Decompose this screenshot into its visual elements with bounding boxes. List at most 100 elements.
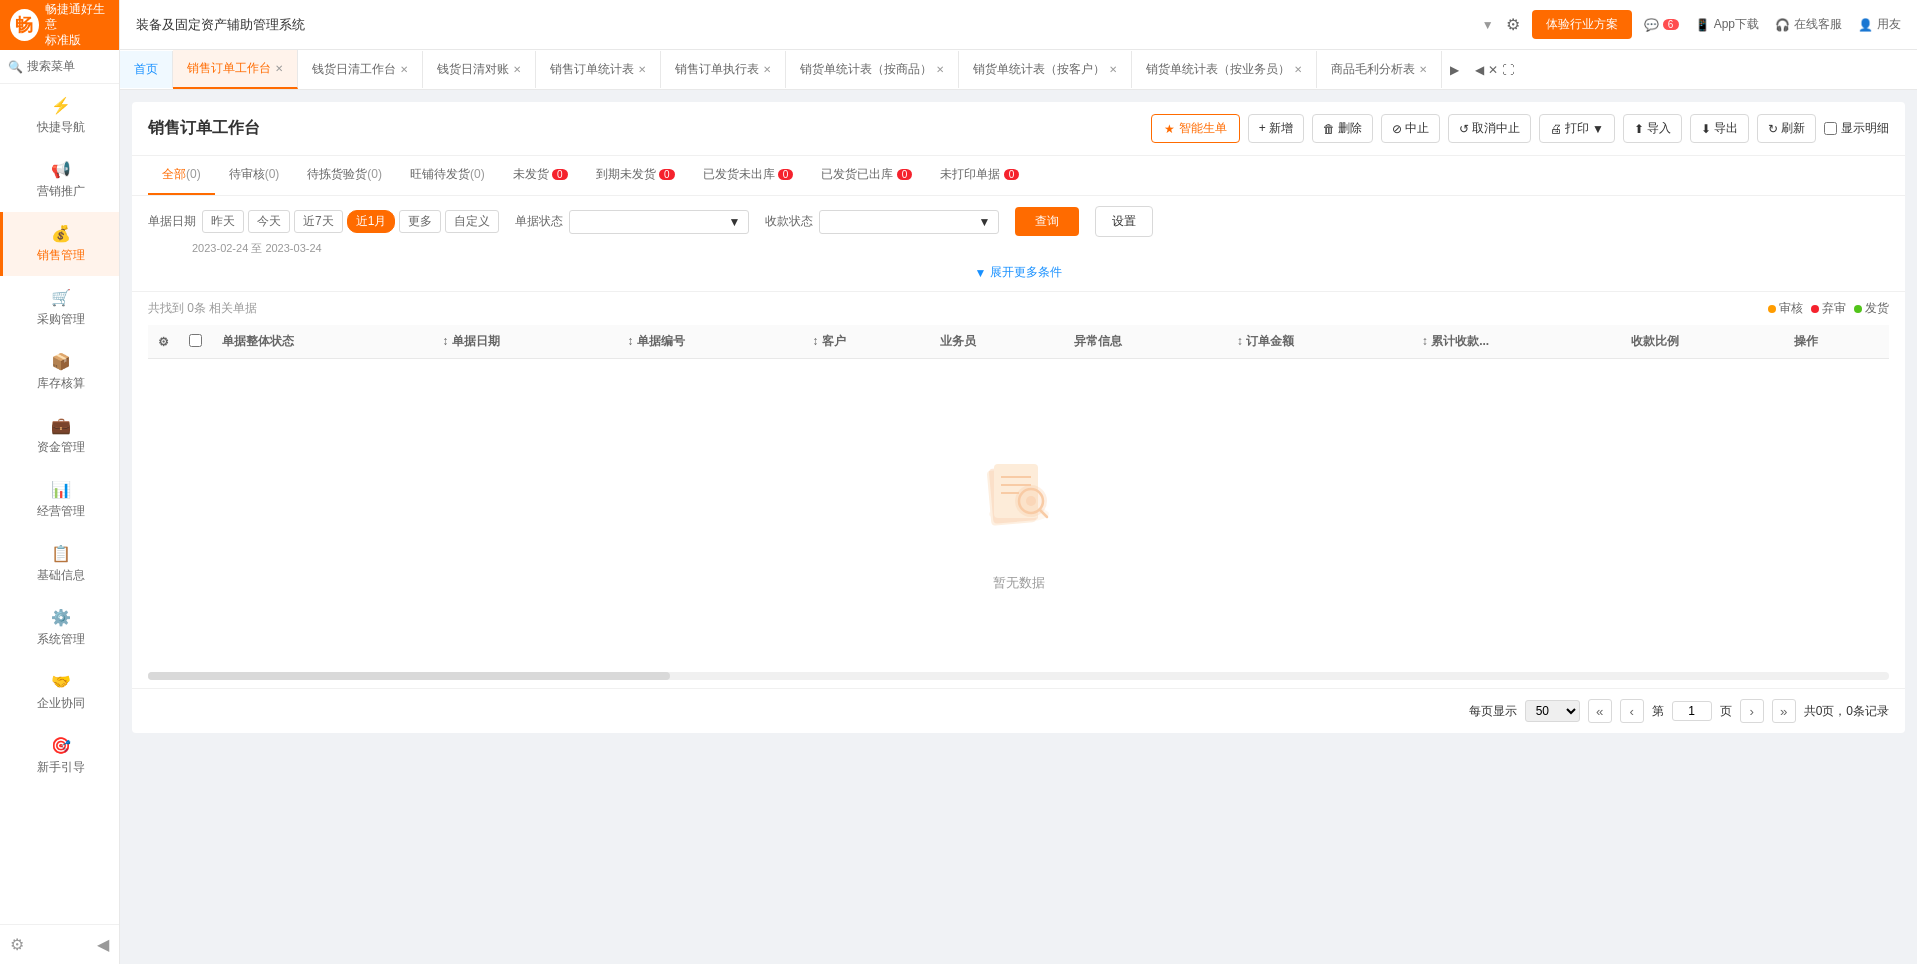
detail-checkbox-input[interactable] xyxy=(1824,122,1837,135)
sidebar-item-basic-info[interactable]: 📋 基础信息 xyxy=(0,532,119,596)
sidebar-item-sales[interactable]: 💰 销售管理 xyxy=(0,212,119,276)
tab-cash-reconcile[interactable]: 钱货日清对账 ✕ xyxy=(423,51,536,88)
date-btn-today[interactable]: 今天 xyxy=(248,210,290,233)
status-select[interactable]: ▼ xyxy=(569,210,749,234)
per-page-select[interactable]: 50 20 100 xyxy=(1525,700,1580,722)
tab-sales-exec[interactable]: 销售订单执行表 ✕ xyxy=(661,51,786,88)
sidebar-item-purchase[interactable]: 🛒 采购管理 xyxy=(0,276,119,340)
expand-down-icon: ▼ xyxy=(975,266,987,280)
date-btn-7days[interactable]: 近7天 xyxy=(294,210,343,233)
review-action-button[interactable]: 审核 xyxy=(1768,300,1803,317)
tab-close-all-icon[interactable]: ✕ xyxy=(1488,63,1498,77)
tab-close-goods-product[interactable]: ✕ xyxy=(936,64,944,75)
sidebar-item-system[interactable]: ⚙️ 系统管理 xyxy=(0,596,119,660)
tab-goods-stats-staff[interactable]: 销货单统计表（按业务员） ✕ xyxy=(1132,51,1317,88)
tab-close-sales-stats[interactable]: ✕ xyxy=(638,64,646,75)
tab-close-goods-staff[interactable]: ✕ xyxy=(1294,64,1302,75)
tab-scroll-right[interactable]: ▶ xyxy=(1442,63,1467,77)
tab-prev-icon[interactable]: ◀ xyxy=(1475,63,1484,77)
expand-filter-button[interactable]: ▼ 展开更多条件 xyxy=(975,264,1063,281)
sub-tab-not-shipped[interactable]: 未发货 0 xyxy=(499,156,582,195)
page-number-input[interactable] xyxy=(1672,701,1712,721)
col-checkbox[interactable] xyxy=(179,325,212,359)
export-button[interactable]: ⬇ 导出 xyxy=(1690,114,1749,143)
col-customer[interactable]: ↕ 客户 xyxy=(802,325,930,359)
app-download-button[interactable]: 📱 App下载 xyxy=(1695,16,1759,33)
next-page-button[interactable]: › xyxy=(1740,699,1764,723)
tab-goods-stats-product[interactable]: 销货单统计表（按商品） ✕ xyxy=(786,51,959,88)
payment-select[interactable]: ▼ xyxy=(819,210,999,234)
date-btn-yesterday[interactable]: 昨天 xyxy=(202,210,244,233)
scrollbar-thumb[interactable] xyxy=(148,672,670,680)
select-all-checkbox[interactable] xyxy=(189,334,202,347)
col-date[interactable]: ↕ 单据日期 xyxy=(432,325,617,359)
summary-text: 共找到 0条 相关单据 xyxy=(148,300,257,317)
tab-home[interactable]: 首页 xyxy=(120,51,173,88)
tab-sales-stats[interactable]: 销售订单统计表 ✕ xyxy=(536,51,661,88)
refresh-button[interactable]: ↻ 刷新 xyxy=(1757,114,1816,143)
user-menu-button[interactable]: 👤 用友 xyxy=(1858,16,1901,33)
print-button[interactable]: 🖨 打印 ▼ xyxy=(1539,114,1615,143)
delete-button[interactable]: 🗑 删除 xyxy=(1312,114,1373,143)
col-collected[interactable]: ↕ 累计收款... xyxy=(1412,325,1621,359)
sidebar-item-quick-nav[interactable]: ⚡ 快捷导航 xyxy=(0,84,119,148)
stop-button[interactable]: ⊘ 中止 xyxy=(1381,114,1440,143)
smart-order-button[interactable]: ★ 智能生单 xyxy=(1151,114,1240,143)
filter-payment: 收款状态 ▼ xyxy=(765,210,999,234)
settings-header-icon[interactable]: ⚙ xyxy=(1506,15,1520,34)
sidebar-item-marketing[interactable]: 📢 营销推广 xyxy=(0,148,119,212)
sub-tab-shipped-not-warehouse[interactable]: 已发货未出库 0 xyxy=(689,156,808,195)
sidebar-item-inventory[interactable]: 📦 库存核算 xyxy=(0,340,119,404)
sub-tab-all[interactable]: 全部(0) xyxy=(148,156,215,195)
solution-button[interactable]: 体验行业方案 xyxy=(1532,10,1632,39)
tab-maximize-icon[interactable]: ⛶ xyxy=(1502,63,1514,77)
last-page-button[interactable]: » xyxy=(1772,699,1796,723)
show-detail-checkbox[interactable]: 显示明细 xyxy=(1824,120,1889,137)
date-btn-1month[interactable]: 近1月 xyxy=(347,210,396,233)
sidebar-item-operations[interactable]: 📊 经营管理 xyxy=(0,468,119,532)
sub-tab-not-printed[interactable]: 未打印单据 0 xyxy=(926,156,1033,195)
online-service-button[interactable]: 🎧 在线客服 xyxy=(1775,16,1842,33)
sub-tab-pending-review[interactable]: 待审核(0) xyxy=(215,156,294,195)
page-title: 销售订单工作台 xyxy=(148,118,260,139)
tab-close-cash-reconcile[interactable]: ✕ xyxy=(513,64,521,75)
tab-goods-stats-customer[interactable]: 销货单统计表（按客户） ✕ xyxy=(959,51,1132,88)
sidebar-search[interactable]: 🔍 搜索菜单 xyxy=(0,50,119,84)
cancel-stop-button[interactable]: ↺ 取消中止 xyxy=(1448,114,1531,143)
message-button[interactable]: 💬 6 xyxy=(1644,18,1679,32)
sub-tab-wangpu-ship[interactable]: 旺铺待发货(0) xyxy=(396,156,499,195)
sidebar-settings-icon[interactable]: ⚙ xyxy=(10,935,24,954)
sidebar-item-guide[interactable]: 🎯 新手引导 xyxy=(0,724,119,788)
stop-icon: ⊘ xyxy=(1392,122,1402,136)
sub-tab-expired-not-ship[interactable]: 到期未发货 0 xyxy=(582,156,689,195)
tab-sales-workbench[interactable]: 销售订单工作台 ✕ xyxy=(173,50,298,89)
dropdown-arrow-icon[interactable]: ▼ xyxy=(1482,18,1494,32)
col-amount[interactable]: ↕ 订单金额 xyxy=(1227,325,1412,359)
sidebar-collapse-icon[interactable]: ◀ xyxy=(97,935,109,954)
horizontal-scrollbar[interactable] xyxy=(148,672,1889,680)
cancel-action-button[interactable]: 弃审 xyxy=(1811,300,1846,317)
first-page-button[interactable]: « xyxy=(1588,699,1612,723)
sub-tab-pending-inspect[interactable]: 待拣货验货(0) xyxy=(293,156,396,195)
date-btn-more[interactable]: 更多 xyxy=(399,210,441,233)
tab-close-sales-exec[interactable]: ✕ xyxy=(763,64,771,75)
set-button[interactable]: 设置 xyxy=(1095,206,1153,237)
tab-gross-margin[interactable]: 商品毛利分析表 ✕ xyxy=(1317,51,1442,88)
col-settings[interactable]: ⚙ xyxy=(148,325,179,359)
date-btn-custom[interactable]: 自定义 xyxy=(445,210,499,233)
sidebar-item-enterprise[interactable]: 🤝 企业协同 xyxy=(0,660,119,724)
tab-close-sales-workbench[interactable]: ✕ xyxy=(275,63,283,74)
import-button[interactable]: ⬆ 导入 xyxy=(1623,114,1682,143)
query-button[interactable]: 查询 xyxy=(1015,207,1079,236)
tab-close-cash-daily[interactable]: ✕ xyxy=(400,64,408,75)
ship-action-button[interactable]: 发货 xyxy=(1854,300,1889,317)
prev-page-button[interactable]: ‹ xyxy=(1620,699,1644,723)
sub-tab-shipped-warehouse[interactable]: 已发货已出库 0 xyxy=(807,156,926,195)
tab-close-gross-margin[interactable]: ✕ xyxy=(1419,64,1427,75)
tab-cash-daily[interactable]: 钱货日清工作台 ✕ xyxy=(298,51,423,88)
filter-date: 单据日期 昨天 今天 近7天 近1月 更多 自定义 xyxy=(148,210,499,233)
add-button[interactable]: + 新增 xyxy=(1248,114,1304,143)
tab-close-goods-customer[interactable]: ✕ xyxy=(1109,64,1117,75)
col-number[interactable]: ↕ 单据编号 xyxy=(617,325,802,359)
sidebar-item-finance[interactable]: 💼 资金管理 xyxy=(0,404,119,468)
